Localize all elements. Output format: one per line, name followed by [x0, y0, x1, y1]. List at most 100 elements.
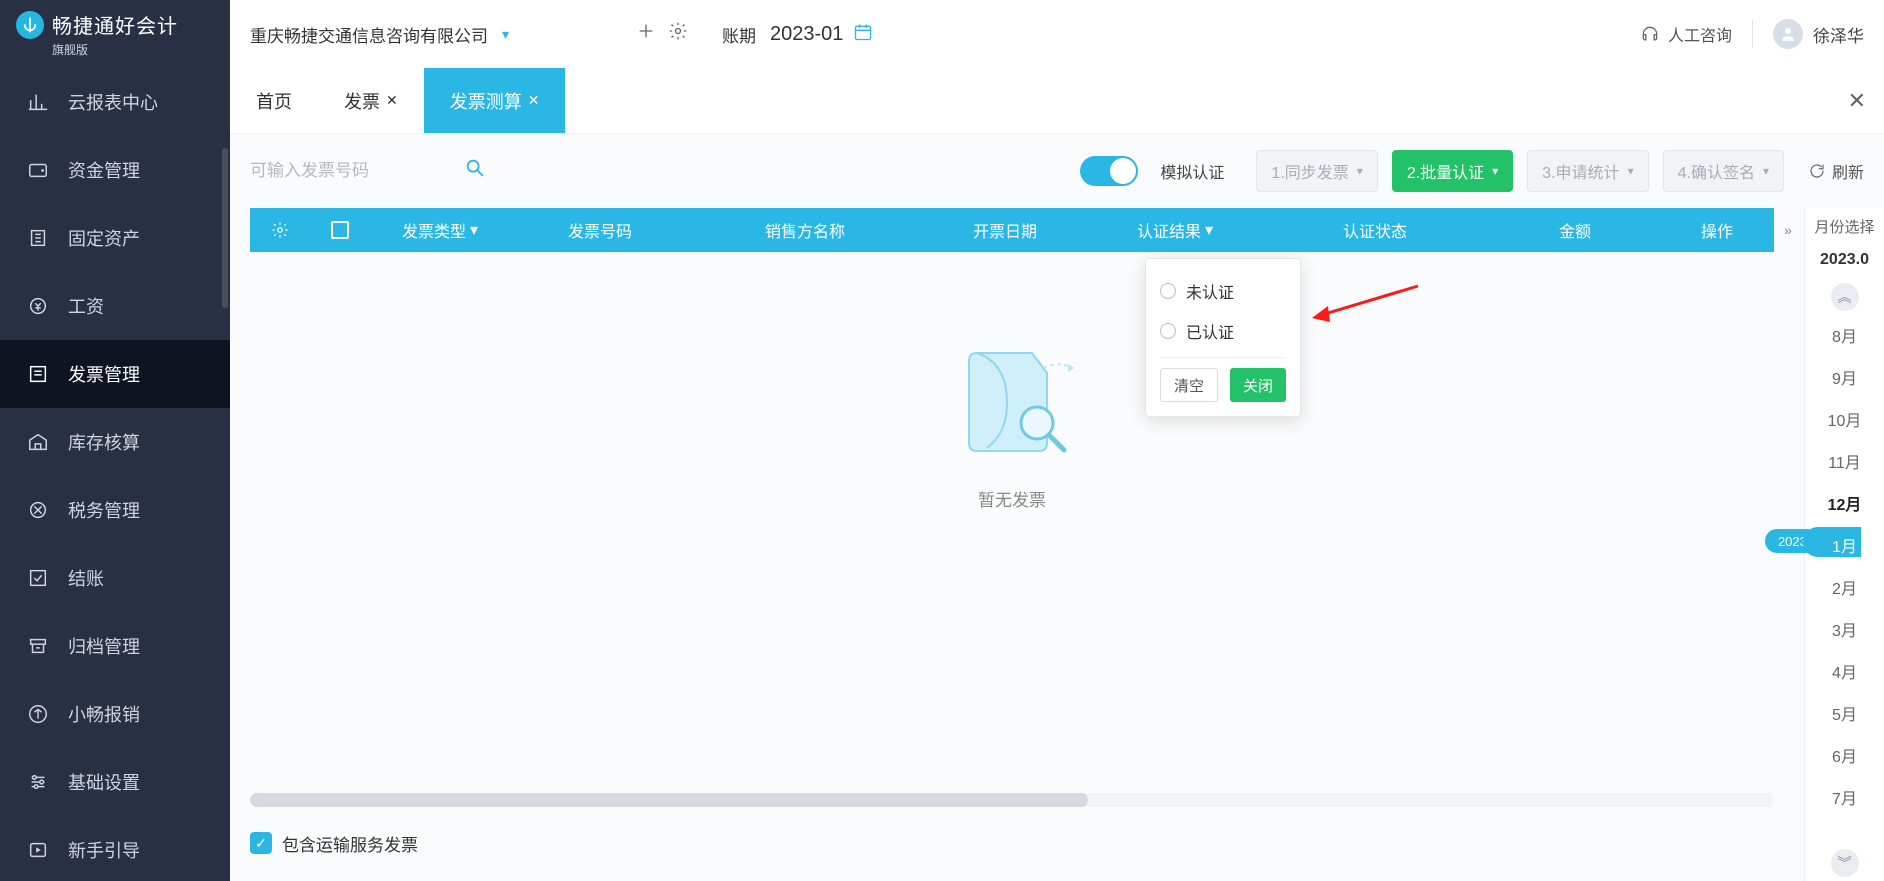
sidebar-item-label: 新手引导	[68, 837, 140, 863]
step-apply-stats[interactable]: 3.申请统计 ▾	[1527, 150, 1648, 192]
consult-button[interactable]: 人工咨询	[1640, 22, 1732, 46]
scrollbar-thumb[interactable]	[250, 793, 1088, 807]
rail-year: 2023.0	[1805, 245, 1884, 279]
brand-name: 畅捷通好会计	[52, 10, 178, 39]
th-label: 金额	[1559, 218, 1591, 242]
filter-clear-button[interactable]: 清空	[1160, 368, 1218, 402]
sidebar-item-label: 工资	[68, 293, 104, 319]
sidebar-item-tax[interactable]: 税务管理	[0, 476, 230, 544]
toggle-label: 模拟认证	[1160, 159, 1224, 183]
divider	[1160, 357, 1286, 358]
bottombar: ✓ 包含运输服务发票	[250, 823, 1774, 863]
tab-invoice-calc[interactable]: 发票测算✕	[424, 68, 566, 133]
consult-label: 人工咨询	[1668, 22, 1732, 46]
close-icon[interactable]: ✕	[528, 92, 540, 109]
th-more-columns[interactable]: »	[1774, 208, 1802, 252]
avatar[interactable]	[1773, 19, 1803, 49]
th-amount: 金额	[1490, 218, 1660, 242]
table: 发票类型▾ 发票号码 销售方名称 开票日期 认证结果▾ 认证状态 金额 操作 »…	[250, 208, 1774, 781]
search-input[interactable]	[250, 161, 450, 181]
close-icon[interactable]: ✕	[386, 92, 398, 109]
filter-option-uncertified[interactable]: 未认证	[1160, 271, 1286, 311]
company-name: 重庆畅捷交通信息咨询有限公司	[250, 22, 488, 47]
sidebar-item-settings[interactable]: 基础设置	[0, 748, 230, 816]
chevron-down-icon: ▾	[1628, 164, 1634, 178]
logo-area: 畅捷通好会计 旗舰版	[0, 0, 230, 68]
wallet-icon	[26, 158, 50, 182]
rail-month[interactable]: 9月	[1828, 357, 1862, 397]
sidebar-item-label: 库存核算	[68, 429, 140, 455]
tab-home[interactable]: 首页	[230, 68, 318, 133]
tax-icon	[26, 498, 50, 522]
add-icon[interactable]	[630, 15, 662, 53]
rail-month[interactable]: 10月	[1828, 399, 1862, 439]
play-icon	[26, 838, 50, 862]
chart-icon	[26, 90, 50, 114]
sidebar: 云报表中心 资金管理 固定资产 工资 发票管理 库存核算 税务管理 结账 归档管…	[0, 68, 230, 881]
step-sync-invoice[interactable]: 1.同步发票▾	[1256, 150, 1377, 192]
sidebar-item-archive[interactable]: 归档管理	[0, 612, 230, 680]
rail-month[interactable]: 8月	[1828, 315, 1862, 355]
sidebar-scrollbar-thumb[interactable]	[222, 148, 228, 308]
annotation-arrow-icon	[1310, 284, 1420, 324]
sidebar-item-guide[interactable]: 新手引导	[0, 816, 230, 881]
sidebar-item-closing[interactable]: 结账	[0, 544, 230, 612]
tab-invoice[interactable]: 发票 ✕	[318, 68, 424, 133]
search-icon[interactable]	[464, 157, 486, 185]
rail-month[interactable]: 3月	[1828, 609, 1862, 649]
calendar-icon[interactable]	[853, 22, 873, 47]
th-checkbox[interactable]	[310, 221, 370, 239]
rail-month-active[interactable]: 1月	[1828, 525, 1862, 565]
rail-month[interactable]: 5月	[1828, 693, 1862, 733]
rail-month[interactable]: 2月	[1828, 567, 1862, 607]
th-number: 发票号码	[510, 218, 690, 242]
sidebar-item-invoice[interactable]: 发票管理	[0, 340, 230, 408]
th-label: 发票类型	[402, 218, 466, 242]
sidebar-item-label: 结账	[68, 565, 104, 591]
radio-icon	[1160, 323, 1176, 339]
step-batch-cert[interactable]: 2.批量认证▾	[1392, 150, 1513, 192]
step-confirm-sign[interactable]: 4.确认签名▾	[1663, 150, 1784, 192]
th-status: 认证状态	[1260, 218, 1490, 242]
th-settings[interactable]	[250, 221, 310, 239]
sidebar-item-fixed-assets[interactable]: 固定资产	[0, 204, 230, 272]
empty-illustration-icon	[942, 328, 1082, 468]
refresh-icon	[1808, 162, 1826, 180]
sidebar-item-label: 固定资产	[68, 225, 140, 251]
toolbar: 模拟认证 1.同步发票▾ 2.批量认证▾ 3.申请统计 ▾ 4.确认签名▾ 刷新	[230, 134, 1884, 208]
rail-month[interactable]: 4月	[1828, 651, 1862, 691]
th-type[interactable]: 发票类型▾	[370, 218, 510, 242]
rail-month[interactable]: 6月	[1828, 735, 1862, 775]
tab-label: 发票	[344, 88, 380, 114]
horizontal-scrollbar[interactable]	[250, 793, 1774, 807]
include-transport-checkbox[interactable]: ✓	[250, 832, 272, 854]
simulate-toggle[interactable]	[1080, 156, 1138, 186]
check-icon	[26, 566, 50, 590]
rail-down[interactable]: ︾	[1831, 849, 1859, 877]
sidebar-item-funds[interactable]: 资金管理	[0, 136, 230, 204]
th-result[interactable]: 认证结果▾	[1090, 218, 1260, 242]
filter-option-certified[interactable]: 已认证	[1160, 311, 1286, 351]
refresh-button[interactable]: 刷新	[1808, 159, 1864, 183]
sidebar-item-expense[interactable]: 小畅报销	[0, 680, 230, 748]
gear-icon[interactable]	[662, 15, 694, 53]
th-date: 开票日期	[920, 218, 1090, 242]
chevron-down-icon: ▾	[1492, 164, 1498, 178]
sidebar-item-salary[interactable]: 工资	[0, 272, 230, 340]
rail-month[interactable]: 12月	[1828, 483, 1862, 523]
tabs-close-all[interactable]: ✕	[1848, 68, 1866, 133]
sidebar-item-label: 资金管理	[68, 157, 140, 183]
rail-month[interactable]: 7月	[1828, 777, 1862, 817]
company-selector[interactable]: 重庆畅捷交通信息咨询有限公司 ▾	[250, 22, 630, 47]
sidebar-item-label: 云报表中心	[68, 89, 158, 115]
rail-month[interactable]: 11月	[1828, 441, 1862, 481]
rail-up[interactable]: ︽	[1831, 283, 1859, 311]
archive-icon	[26, 634, 50, 658]
cert-result-filter-popover: 未认证 已认证 清空 关闭	[1145, 258, 1301, 417]
sidebar-item-report-center[interactable]: 云报表中心	[0, 68, 230, 136]
step-label: 3.申请统计	[1542, 159, 1619, 183]
sidebar-item-label: 归档管理	[68, 633, 140, 659]
sidebar-item-inventory[interactable]: 库存核算	[0, 408, 230, 476]
include-transport-label: 包含运输服务发票	[282, 831, 418, 856]
filter-close-button[interactable]: 关闭	[1230, 368, 1286, 402]
